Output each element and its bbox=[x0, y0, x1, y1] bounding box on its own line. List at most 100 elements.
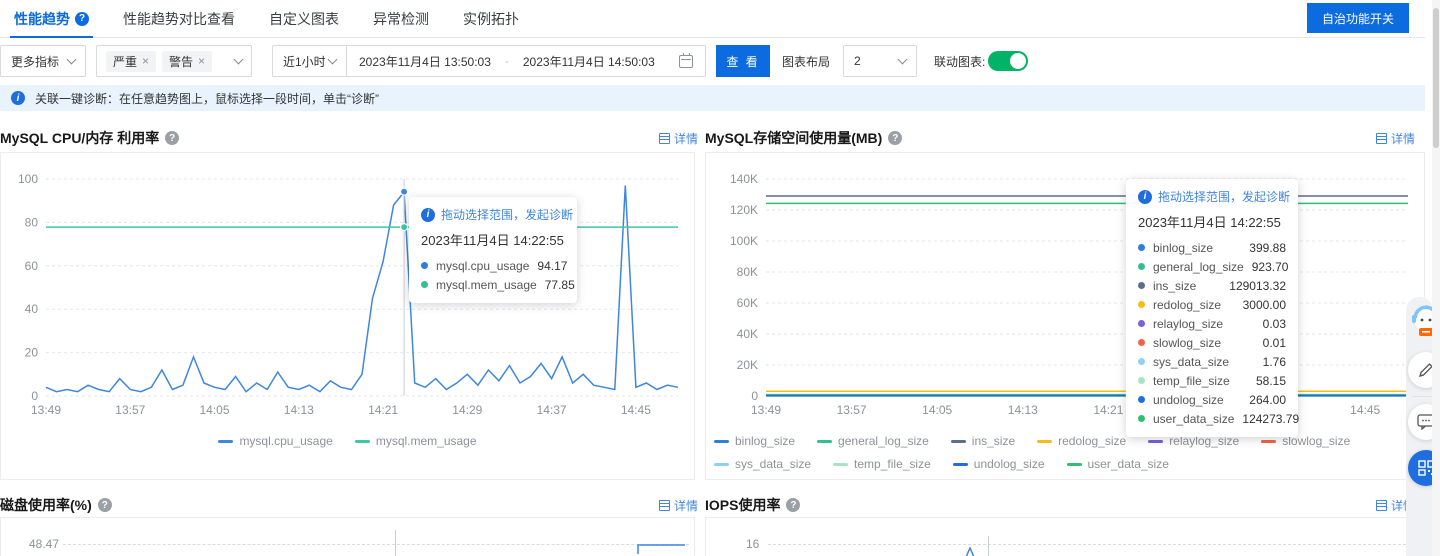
legend-item[interactable]: mysql.cpu_usage bbox=[218, 434, 333, 448]
tab-trend-compare[interactable]: 性能趋势对比查看 bbox=[123, 0, 235, 38]
legend-item[interactable]: binlog_size bbox=[714, 434, 795, 448]
svg-text:80: 80 bbox=[25, 215, 39, 229]
tab-performance-trends[interactable]: 性能趋势 ? bbox=[10, 0, 93, 38]
storage-detail-link[interactable]: 详情 bbox=[1376, 128, 1415, 148]
svg-text:0: 0 bbox=[31, 389, 38, 403]
legend-item[interactable]: mysql.mem_usage bbox=[354, 434, 477, 448]
time-start-value[interactable]: 2023年11月4日 13:50:03 bbox=[359, 53, 491, 70]
svg-text:14:45: 14:45 bbox=[1350, 403, 1380, 417]
autonomy-switch-button[interactable]: 自治功能开关 bbox=[1306, 3, 1409, 33]
link-charts-toggle[interactable] bbox=[988, 51, 1028, 71]
cpu-mem-chart[interactable]: 0 20 40 60 80 100 13:49 13:57 14:05 14:13 14:21 14:… bbox=[1, 153, 694, 425]
tab-label: 实例拓扑 bbox=[463, 10, 519, 27]
tooltip-series-row: mysql.mem_usage 77.85 bbox=[421, 275, 575, 294]
iops-chart-title: IOPS使用率 ? bbox=[705, 495, 801, 515]
vertical-scrollbar[interactable] bbox=[1432, 0, 1440, 556]
time-preset-dropdown[interactable]: 近1小时 bbox=[272, 45, 346, 77]
series-name: mysql.cpu_usage bbox=[436, 258, 530, 273]
legend-swatch bbox=[714, 439, 729, 443]
legend-swatch bbox=[1261, 439, 1277, 443]
series-name: general_log_size bbox=[1153, 259, 1244, 274]
tooltip-header[interactable]: i 拖动选择范围，发起诊断 bbox=[421, 206, 573, 223]
performance-trends-page: 性能趋势 ? 性能趋势对比查看 自定义图表 异常检测 实例拓扑 自治功能开关 更… bbox=[0, 0, 1440, 556]
storage-chart-title: MySQL存储空间使用量(MB) ? bbox=[705, 128, 903, 148]
legend-item[interactable]: user_data_size bbox=[1066, 457, 1169, 471]
tooltip-rows: binlog_size 399.88 general_log_size 923.70 i… bbox=[1138, 238, 1299, 428]
remove-tag-icon[interactable]: × bbox=[142, 54, 149, 68]
legend-swatch bbox=[817, 439, 833, 443]
svg-text:0: 0 bbox=[751, 389, 758, 403]
scrollbar-thumb[interactable] bbox=[1433, 8, 1439, 148]
disk-usage-detail-link[interactable]: 详情 bbox=[659, 495, 698, 515]
svg-text:40: 40 bbox=[25, 302, 39, 316]
legend-swatch bbox=[1037, 439, 1053, 443]
tab-label: 自定义图表 bbox=[269, 10, 339, 27]
svg-text:13:57: 13:57 bbox=[837, 403, 867, 417]
time-end-value[interactable]: 2023年11月4日 14:50:03 bbox=[523, 53, 655, 70]
tab-anomaly-detection[interactable]: 异常检测 bbox=[373, 0, 429, 38]
tooltip-series-row: binlog_size 399.88 bbox=[1138, 238, 1286, 257]
detail-label: 详情 bbox=[674, 498, 699, 513]
legend-label: user_data_size bbox=[1087, 457, 1169, 471]
series-value: 77.85 bbox=[544, 277, 575, 292]
disk-usage-line-fragment bbox=[637, 544, 685, 554]
cpu-mem-tooltip: i 拖动选择范围，发起诊断 2023年11月4日 14:22:55 mysql.… bbox=[409, 197, 577, 303]
svg-text:60: 60 bbox=[25, 259, 39, 273]
help-icon[interactable]: ? bbox=[786, 498, 801, 512]
help-icon[interactable]: ? bbox=[165, 131, 180, 145]
svg-text:20K: 20K bbox=[737, 358, 758, 372]
time-range-picker[interactable]: 2023年11月4日 13:50:03 - 2023年11月4日 14:50:0… bbox=[346, 45, 706, 77]
severity-tag-critical: 严重 × bbox=[106, 50, 157, 72]
remove-tag-icon[interactable]: × bbox=[198, 54, 205, 68]
tooltip-series-row: general_log_size 923.70 bbox=[1138, 257, 1288, 276]
tooltip-header-text: 拖动选择范围，发起诊断 bbox=[441, 208, 574, 222]
legend-swatch bbox=[833, 462, 849, 466]
storage-chart-card: 0 20K 40K 60K 80K 100K 120K 140K 13:49 13:57 14:05… bbox=[705, 152, 1425, 480]
crosshair-line bbox=[988, 536, 989, 556]
tab-instance-topology[interactable]: 实例拓扑 bbox=[463, 0, 519, 38]
svg-text:14:05: 14:05 bbox=[922, 403, 952, 417]
svg-text:100K: 100K bbox=[730, 234, 758, 248]
help-icon[interactable]: ? bbox=[75, 11, 89, 26]
legend-item[interactable]: general_log_size bbox=[817, 434, 929, 448]
svg-text:60K: 60K bbox=[737, 296, 758, 310]
series-name: temp_file_size bbox=[1153, 373, 1230, 388]
series-name: mysql.mem_usage bbox=[436, 277, 537, 292]
legend-item[interactable]: undolog_size bbox=[952, 457, 1045, 471]
tooltip-timestamp: 2023年11月4日 14:22:55 bbox=[421, 233, 564, 248]
tab-custom-charts[interactable]: 自定义图表 bbox=[269, 0, 339, 38]
svg-text:14:05: 14:05 bbox=[199, 403, 229, 417]
svg-text:80K: 80K bbox=[737, 265, 758, 279]
series-dot bbox=[1138, 358, 1145, 365]
series-value: 94.17 bbox=[537, 258, 568, 273]
cpu-mem-detail-link[interactable]: 详情 bbox=[659, 128, 698, 148]
toggle-knob bbox=[1010, 53, 1026, 69]
info-icon: i bbox=[1138, 189, 1152, 204]
tooltip-header[interactable]: i 拖动选择范围，发起诊断 bbox=[1138, 188, 1290, 205]
severity-filter[interactable]: 严重 × 警告 × bbox=[96, 45, 252, 77]
chart-layout-select[interactable]: 2 bbox=[843, 45, 917, 77]
series-name: binlog_size bbox=[1153, 240, 1214, 255]
legend-item[interactable]: redolog_size bbox=[1037, 434, 1126, 448]
more-metrics-dropdown[interactable]: 更多指标 bbox=[0, 45, 86, 77]
chart-layout-value: 2 bbox=[854, 54, 861, 68]
legend-item[interactable]: ins_size bbox=[950, 434, 1015, 448]
time-preset-label: 近1小时 bbox=[283, 54, 326, 69]
help-icon[interactable]: ? bbox=[888, 131, 903, 145]
time-separator: - bbox=[504, 54, 509, 68]
legend-item[interactable]: temp_file_size bbox=[833, 457, 931, 471]
disk-usage-chart-card: 48.47 bbox=[0, 517, 695, 556]
help-icon[interactable]: ? bbox=[97, 498, 112, 512]
view-button[interactable]: 查 看 bbox=[716, 45, 770, 77]
storage-tooltip: i 拖动选择范围，发起诊断 2023年11月4日 14:22:55 binlog… bbox=[1126, 179, 1299, 437]
calendar-icon[interactable] bbox=[679, 52, 693, 68]
tooltip-timestamp: 2023年11月4日 14:22:55 bbox=[1138, 215, 1281, 230]
storage-legend: binlog_size general_log_size ins_size redol… bbox=[714, 434, 1420, 471]
detail-label: 详情 bbox=[674, 131, 699, 146]
tooltip-rows: mysql.cpu_usage 94.17 mysql.mem_usage 77.85 bbox=[421, 256, 575, 294]
storage-chart[interactable]: 0 20K 40K 60K 80K 100K 120K 140K 13:49 13:57 14:05… bbox=[706, 153, 1424, 425]
top-tab-bar: 性能趋势 ? 性能趋势对比查看 自定义图表 异常检测 实例拓扑 bbox=[0, 0, 1425, 38]
legend-swatch bbox=[354, 439, 370, 443]
series-name: relaylog_size bbox=[1153, 316, 1224, 331]
legend-item[interactable]: sys_data_size bbox=[714, 457, 811, 471]
